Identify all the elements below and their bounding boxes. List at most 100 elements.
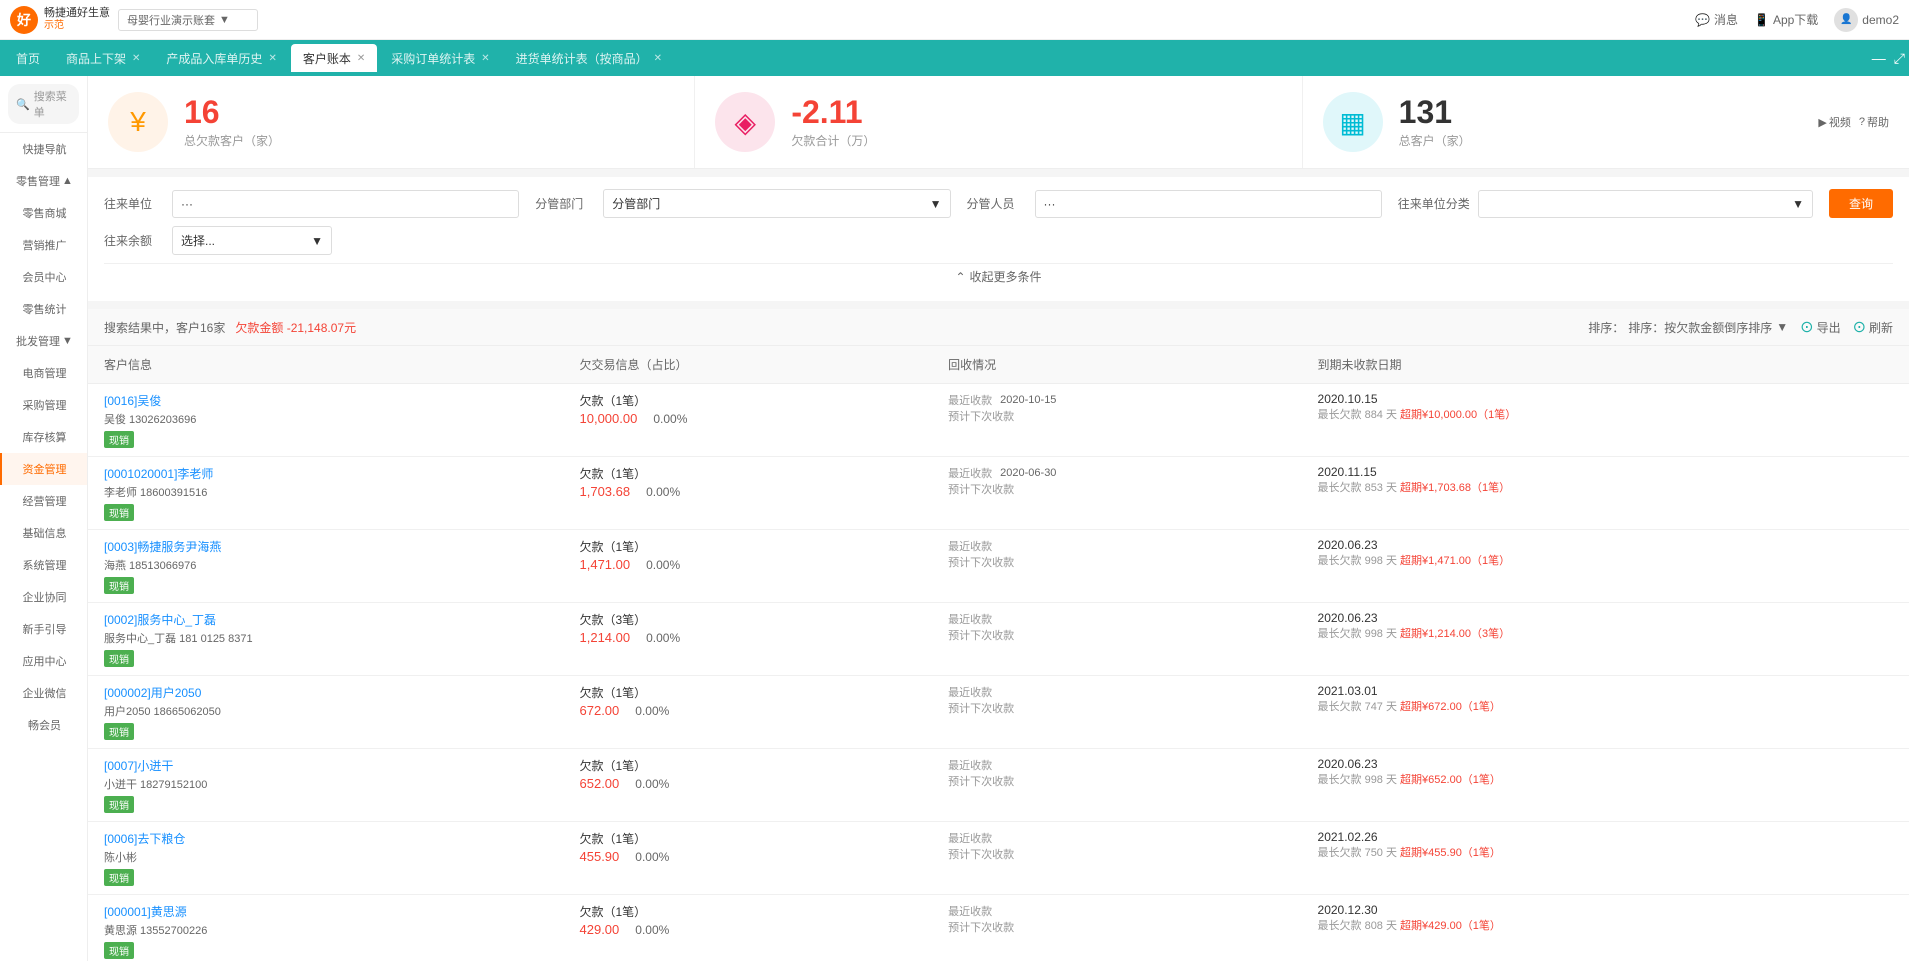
- summary-card-debt-customers: ¥ 16 总欠款客户（家）: [88, 76, 695, 168]
- debt-ratio-2: 0.00%: [646, 558, 680, 572]
- tab-purchase-stats-close[interactable]: ✕: [654, 53, 662, 64]
- unit-category-select[interactable]: ▼: [1478, 190, 1813, 218]
- td-customer-info-0: [0016]吴俊 吴俊 13026203696 现销: [88, 384, 564, 457]
- debt-amount-4[interactable]: 672.00: [580, 703, 620, 718]
- sidebar-item-ecommerce[interactable]: 电商管理: [0, 357, 87, 389]
- filter-source-unit-label: 往来单位: [104, 195, 164, 212]
- debt-amount-2[interactable]: 1,471.00: [580, 557, 631, 572]
- sidebar-item-inventory[interactable]: 库存核算: [0, 421, 87, 453]
- tab-purchase-order-close[interactable]: ✕: [481, 53, 489, 64]
- tab-minimize-icon[interactable]: —: [1872, 50, 1886, 66]
- debt-customers-number: 16: [184, 96, 280, 128]
- tab-customer-account-close[interactable]: ✕: [357, 53, 365, 64]
- export-button[interactable]: ⊙ 导出: [1800, 317, 1840, 337]
- overdue-link-2[interactable]: 超期¥1,471.00（1笔）: [1400, 555, 1510, 567]
- customer-name-7[interactable]: [000001]黄思源: [104, 903, 548, 920]
- source-unit-input[interactable]: ···: [172, 190, 519, 218]
- overdue-link-4[interactable]: 超期¥672.00（1笔）: [1400, 701, 1501, 713]
- filter-dept: 分管部门 分管部门 ▼: [535, 189, 950, 218]
- search-menu-input[interactable]: 🔍 搜索菜单: [8, 84, 79, 124]
- customer-name-0[interactable]: [0016]吴俊: [104, 392, 548, 409]
- sidebar-item-purchase[interactable]: 采购管理: [0, 389, 87, 421]
- sidebar-item-member[interactable]: 会员中心: [0, 261, 87, 293]
- sidebar-item-retail-shop[interactable]: 零售商城: [0, 197, 87, 229]
- debt-amount-0[interactable]: 10,000.00: [580, 411, 638, 426]
- next-payment-label-1: 预计下次收款: [948, 484, 1014, 496]
- sidebar-item-retail-mgmt[interactable]: 零售管理 ▲: [0, 165, 87, 197]
- collapse-bar[interactable]: ⌃ 收起更多条件: [104, 263, 1893, 289]
- video-button[interactable]: ▶ 视频: [1818, 114, 1850, 130]
- sidebar-item-operation-label: 经营管理: [23, 496, 67, 508]
- customer-name-4[interactable]: [000002]用户2050: [104, 684, 548, 701]
- customer-phone-3: 服务中心_丁磊 181 0125 8371: [104, 630, 548, 646]
- tab-purchase-stats[interactable]: 进货单统计表（按商品） ✕: [504, 44, 674, 72]
- overdue-link-7[interactable]: 超期¥429.00（1笔）: [1400, 920, 1501, 932]
- customer-name-3[interactable]: [0002]服务中心_丁磊: [104, 611, 548, 628]
- td-due-date-3: 2020.06.23 最长欠款 998 天 超期¥1,214.00（3笔）: [1302, 603, 1909, 676]
- sidebar-item-operation[interactable]: 经营管理: [0, 485, 87, 517]
- tab-product-history-close[interactable]: ✕: [268, 53, 276, 64]
- sidebar-item-newbie[interactable]: 新手引导: [0, 613, 87, 645]
- search-button[interactable]: 查询: [1829, 189, 1893, 218]
- customer-name-6[interactable]: [0006]去下粮仓: [104, 830, 548, 847]
- tab-home[interactable]: 首页: [4, 44, 52, 72]
- balance-select[interactable]: 选择... ▼: [172, 226, 332, 255]
- sidebar-item-chang-member[interactable]: 畅会员: [0, 709, 87, 741]
- sidebar-item-app-center[interactable]: 应用中心: [0, 645, 87, 677]
- debt-amount-7[interactable]: 429.00: [580, 922, 620, 937]
- debt-customers-content: 16 总欠款客户（家）: [184, 96, 280, 149]
- sidebar-item-quick-nav[interactable]: 快捷导航: [0, 133, 87, 165]
- sidebar-item-enterprise-collab[interactable]: 企业协同: [0, 581, 87, 613]
- data-table: 客户信息 欠交易信息（占比） 回收情况 到期未收款日期 [0016]吴俊 吴俊 …: [88, 346, 1909, 961]
- message-button[interactable]: 💬 消息: [1695, 11, 1738, 28]
- table-row: [0003]畅捷服务尹海燕 海燕 18513066976 现销 欠款（1笔） 1…: [88, 530, 1909, 603]
- dept-arrow-icon: ▼: [930, 197, 942, 211]
- user-profile[interactable]: 👤 demo2: [1834, 8, 1899, 32]
- dept-select[interactable]: 分管部门 ▼: [603, 189, 950, 218]
- overdue-link-3[interactable]: 超期¥1,214.00（3笔）: [1400, 628, 1510, 640]
- table-row: [0002]服务中心_丁磊 服务中心_丁磊 181 0125 8371 现销 欠…: [88, 603, 1909, 676]
- table-row: [0007]小迸干 小迸干 18279152100 现销 欠款（1笔） 652.…: [88, 749, 1909, 822]
- last-payment-label-1: 最近收款: [948, 465, 992, 481]
- tab-customer-account[interactable]: 客户账本 ✕: [291, 44, 377, 72]
- tab-purchase-order[interactable]: 采购订单统计表 ✕: [379, 44, 501, 72]
- app-download-button[interactable]: 📱 App下载: [1754, 11, 1818, 28]
- sort-selector[interactable]: 排序： 排序：按欠款金额倒序排序 ▼: [1588, 319, 1788, 336]
- next-payment-label-0: 预计下次收款: [948, 411, 1014, 423]
- manager-input[interactable]: ···: [1035, 190, 1382, 218]
- customer-tag-4: 现销: [104, 723, 134, 740]
- debt-amount-6[interactable]: 455.90: [580, 849, 620, 864]
- refresh-button[interactable]: ⊙ 刷新: [1853, 317, 1893, 337]
- customer-name-5[interactable]: [0007]小迸干: [104, 757, 548, 774]
- filter-row-2: 往来余额 选择... ▼: [104, 226, 1893, 255]
- debt-amount-5[interactable]: 652.00: [580, 776, 620, 791]
- customer-name-2[interactable]: [0003]畅捷服务尹海燕: [104, 538, 548, 555]
- tab-product-status-close[interactable]: ✕: [132, 53, 140, 64]
- tab-product-history[interactable]: 产成品入库单历史 ✕: [154, 44, 288, 72]
- debt-amount-3[interactable]: 1,214.00: [580, 630, 631, 645]
- filter-area: 往来单位 ··· 分管部门 分管部门 ▼ 分管人员 ···: [88, 177, 1909, 301]
- debt-count-7: 欠款（1笔）: [580, 903, 917, 920]
- overdue-link-6[interactable]: 超期¥455.90（1笔）: [1400, 847, 1501, 859]
- overdue-link-5[interactable]: 超期¥652.00（1笔）: [1400, 774, 1501, 786]
- tab-product-status[interactable]: 商品上下架 ✕: [54, 44, 152, 72]
- sidebar-item-marketing[interactable]: 营销推广: [0, 229, 87, 261]
- help-button[interactable]: ? 帮助: [1859, 114, 1889, 130]
- sidebar-item-enterprise-wechat[interactable]: 企业微信: [0, 677, 87, 709]
- overdue-link-0[interactable]: 超期¥10,000.00（1笔）: [1400, 409, 1516, 421]
- sidebar-item-basic-info[interactable]: 基础信息: [0, 517, 87, 549]
- sidebar-item-retail-stats[interactable]: 零售统计: [0, 293, 87, 325]
- customer-name-1[interactable]: [0001020001]李老师: [104, 465, 548, 482]
- next-payment-label-2: 预计下次收款: [948, 557, 1014, 569]
- td-recovery-1: 最近收款 2020-06-30 预计下次收款: [932, 457, 1301, 530]
- last-payment-label-4: 最近收款: [948, 684, 992, 700]
- max-debt-days-4: 最长欠款 747 天 超期¥672.00（1笔）: [1318, 698, 1893, 714]
- tab-maximize-icon[interactable]: ⤢: [1894, 50, 1905, 67]
- debt-amount-1[interactable]: 1,703.68: [580, 484, 631, 499]
- store-selector[interactable]: 母婴行业演示账套 ▼: [118, 9, 258, 31]
- sidebar-item-batch-mgmt[interactable]: 批发管理 ▼: [0, 325, 87, 357]
- last-payment-label-7: 最近收款: [948, 903, 992, 919]
- sidebar-item-finance[interactable]: 资金管理: [0, 453, 87, 485]
- sidebar-item-system[interactable]: 系统管理: [0, 549, 87, 581]
- overdue-link-1[interactable]: 超期¥1,703.68（1笔）: [1400, 482, 1510, 494]
